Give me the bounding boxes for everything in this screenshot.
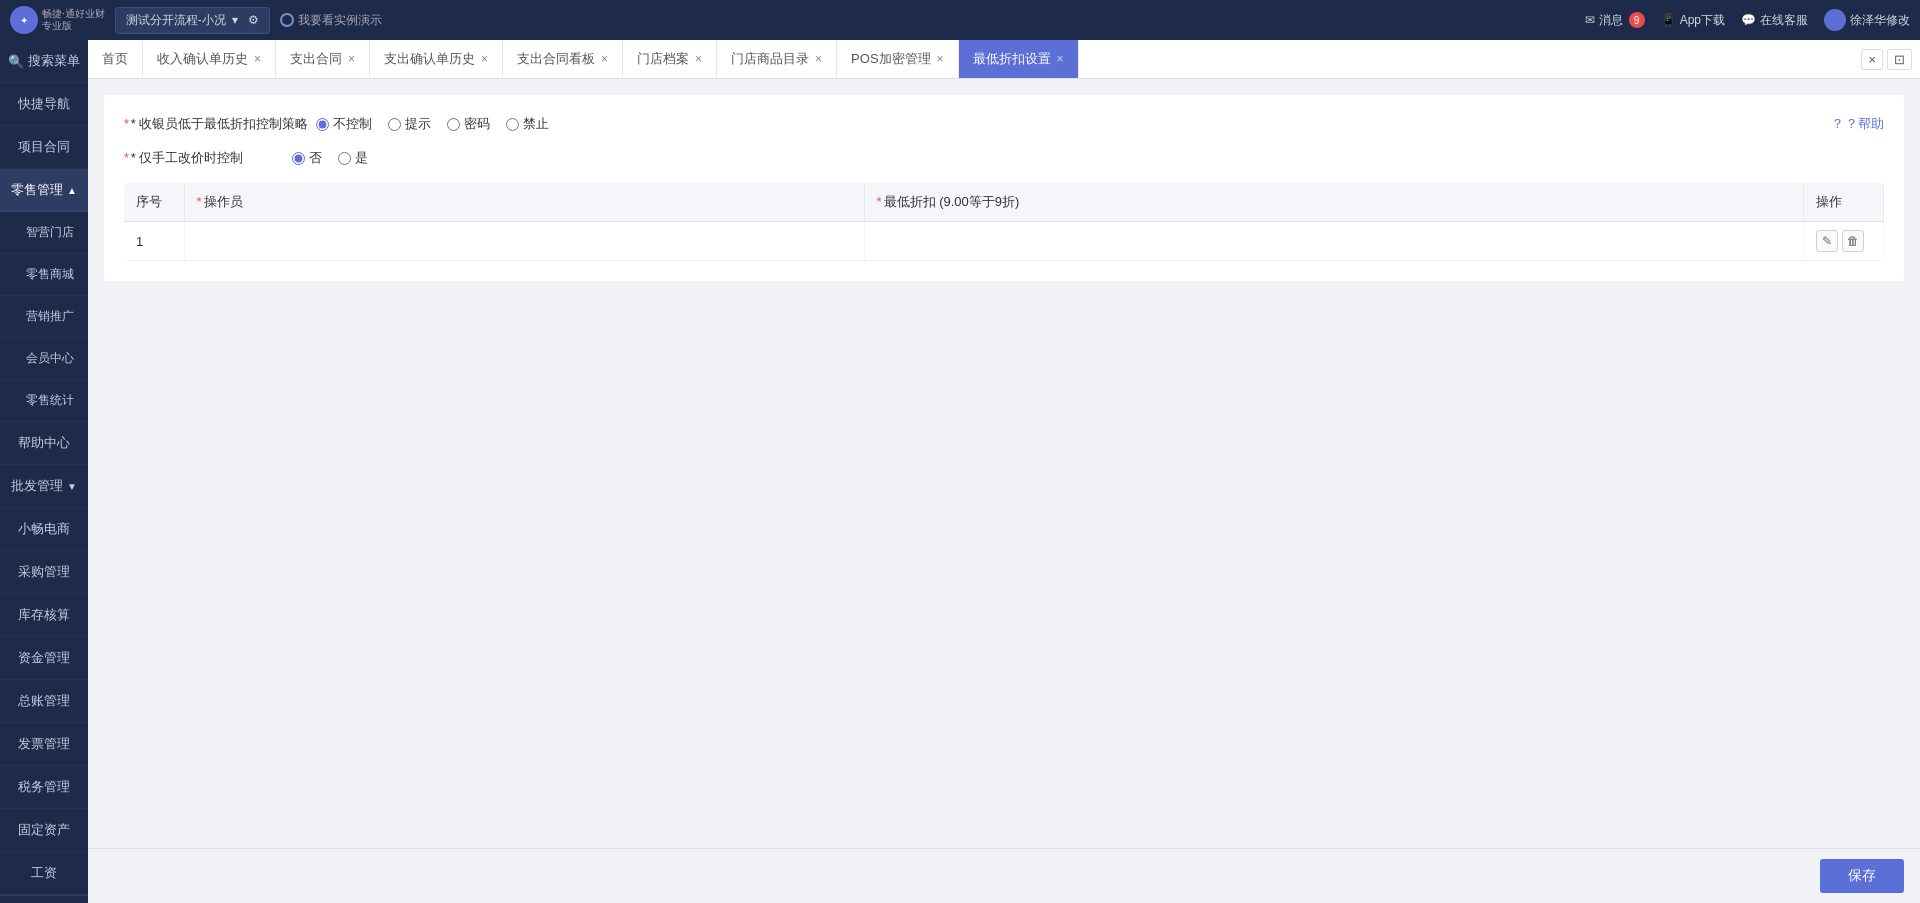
- sidebar: 🔍 搜索菜单 快捷导航 项目合同 零售管理 ▲ 智营门店 零售商城 营销推广 会…: [0, 40, 88, 903]
- project-selector[interactable]: 测试分开流程-小况 ▾ ⚙: [115, 7, 270, 34]
- tab-close-all-btn[interactable]: ×: [1861, 49, 1883, 70]
- user-avatar: [1824, 9, 1846, 31]
- sidebar-item-member-center[interactable]: 会员中心: [0, 338, 88, 380]
- top-bar: ✦ 畅捷·通好业财 专业版 测试分开流程-小况 ▾ ⚙ 我要看实例演示 ✉ 消息…: [0, 0, 1920, 40]
- cell-actions: ✎ 🗑: [1804, 222, 1884, 261]
- sidebar-item-help-center[interactable]: 帮助中心: [0, 422, 88, 465]
- tab-close-store-archive[interactable]: ×: [695, 53, 702, 65]
- edit-row-btn[interactable]: ✎: [1816, 230, 1838, 252]
- question-icon: ？: [1831, 115, 1844, 133]
- save-button[interactable]: 保存: [1820, 859, 1904, 893]
- tab-pay-contract[interactable]: 支出合同 ×: [276, 40, 370, 78]
- settings-icon[interactable]: ⚙: [248, 13, 259, 27]
- tab-close-pay-confirm-history[interactable]: ×: [481, 53, 488, 65]
- message-btn[interactable]: ✉ 消息 9: [1585, 12, 1645, 29]
- message-icon: ✉: [1585, 13, 1595, 27]
- sidebar-item-batch-mgmt[interactable]: 批发管理 ▼: [0, 465, 88, 508]
- col-header-actions: 操作: [1804, 183, 1884, 222]
- sidebar-item-retail-stats[interactable]: 零售统计: [0, 380, 88, 422]
- policy-option-no-control[interactable]: 不控制: [316, 115, 372, 133]
- policy-option-tip[interactable]: 提示: [388, 115, 431, 133]
- policy-row: * * 收银员低于最低折扣控制策略 不控制 提示: [124, 115, 1884, 133]
- help-link[interactable]: ？ ？帮助: [1831, 115, 1884, 133]
- tab-store-product-catalog[interactable]: 门店商品目录 ×: [717, 40, 837, 78]
- demo-link[interactable]: 我要看实例演示: [280, 12, 382, 29]
- tab-store-archive[interactable]: 门店档案 ×: [623, 40, 717, 78]
- sidebar-item-fund-mgmt[interactable]: 资金管理: [0, 637, 88, 680]
- tab-home[interactable]: 首页: [88, 40, 143, 78]
- manual-radio-group: 否 是: [292, 149, 368, 167]
- sidebar-item-fixed-assets[interactable]: 固定资产: [0, 809, 88, 852]
- dropdown-icon: ▾: [232, 13, 238, 27]
- sidebar-item-quicknav[interactable]: 快捷导航: [0, 83, 88, 126]
- sidebar-item-ledger-mgmt[interactable]: 总账管理: [0, 680, 88, 723]
- logo-text: 畅捷·通好业财 专业版: [42, 8, 105, 32]
- arrow-down-icon: ▼: [67, 481, 77, 492]
- row-action-btns: ✎ 🗑: [1816, 230, 1871, 252]
- arrow-up-icon: ▲: [67, 185, 77, 196]
- sidebar-item-retail-mall[interactable]: 零售商城: [0, 254, 88, 296]
- sidebar-item-invoice-mgmt[interactable]: 发票管理: [0, 723, 88, 766]
- discount-table-wrap: 序号 *操作员 *最低折扣 (9.00等于9折) 操作: [124, 183, 1884, 261]
- col-header-min-discount: *最低折扣 (9.00等于9折): [864, 183, 1804, 222]
- sidebar-settings-btn[interactable]: ⚙: [0, 895, 88, 903]
- sidebar-item-ecommerce[interactable]: 小畅电商: [0, 508, 88, 551]
- sidebar-item-inventory[interactable]: 库存核算: [0, 594, 88, 637]
- message-badge: 9: [1629, 12, 1645, 28]
- col-header-seq: 序号: [124, 183, 184, 222]
- manual-option-no[interactable]: 否: [292, 149, 322, 167]
- sidebar-item-retail-mgmt[interactable]: 零售管理 ▲: [0, 169, 88, 212]
- tab-income-history[interactable]: 收入确认单历史 ×: [143, 40, 276, 78]
- sidebar-item-marketing[interactable]: 营销推广: [0, 296, 88, 338]
- cell-seq: 1: [124, 222, 184, 261]
- tab-pos-lock[interactable]: POS加密管理 ×: [837, 40, 958, 78]
- tab-pay-confirm-history[interactable]: 支出确认单历史 ×: [370, 40, 503, 78]
- search-icon: 🔍: [8, 54, 24, 69]
- discount-table: 序号 *操作员 *最低折扣 (9.00等于9折) 操作: [124, 183, 1884, 261]
- manual-control-row: * * 仅手工改价时控制 否 是: [124, 149, 1884, 167]
- service-icon: 💬: [1741, 13, 1756, 27]
- col-header-operator: *操作员: [184, 183, 864, 222]
- tab-close-income-history[interactable]: ×: [254, 53, 261, 65]
- policy-option-forbid[interactable]: 禁止: [506, 115, 549, 133]
- manual-option-yes[interactable]: 是: [338, 149, 368, 167]
- logo-icon: ✦: [10, 6, 38, 34]
- tab-close-pos-lock[interactable]: ×: [937, 53, 944, 65]
- user-menu-btn[interactable]: 徐泽华修改: [1824, 9, 1910, 31]
- tab-close-store-product-catalog[interactable]: ×: [815, 53, 822, 65]
- delete-row-btn[interactable]: 🗑: [1842, 230, 1864, 252]
- app-icon: 📱: [1661, 13, 1676, 27]
- sidebar-item-search[interactable]: 🔍 搜索菜单: [0, 40, 88, 83]
- tab-close-pay-contract-board[interactable]: ×: [601, 53, 608, 65]
- manual-label: * * 仅手工改价时控制: [124, 149, 284, 167]
- tab-pay-contract-board[interactable]: 支出合同看板 ×: [503, 40, 623, 78]
- tab-close-min-discount[interactable]: ×: [1057, 53, 1064, 65]
- online-service-btn[interactable]: 💬 在线客服: [1741, 12, 1808, 29]
- table-row: 1 ✎ 🗑: [124, 222, 1884, 261]
- policy-label: * * 收银员低于最低折扣控制策略: [124, 115, 308, 133]
- policy-radio-group: 不控制 提示 密码 禁止: [316, 115, 549, 133]
- cell-min-discount: [864, 222, 1804, 261]
- tab-close-pay-contract[interactable]: ×: [348, 53, 355, 65]
- top-bar-right: ✉ 消息 9 📱 App下载 💬 在线客服 徐泽华修改: [1585, 9, 1910, 31]
- sidebar-item-salary[interactable]: 工资: [0, 852, 88, 895]
- tab-expand-btn[interactable]: ⊡: [1887, 49, 1912, 70]
- app-download-btn[interactable]: 📱 App下载: [1661, 12, 1725, 29]
- policy-option-password[interactable]: 密码: [447, 115, 490, 133]
- sidebar-item-smart-store[interactable]: 智营门店: [0, 212, 88, 254]
- sidebar-item-project-contract[interactable]: 项目合同: [0, 126, 88, 169]
- content-area: 首页 收入确认单历史 × 支出合同 × 支出确认单历史 × 支出合同看板 × 门…: [88, 40, 1920, 903]
- bottom-bar: 保存: [88, 848, 1920, 903]
- sidebar-item-purchase-mgmt[interactable]: 采购管理: [0, 551, 88, 594]
- cell-operator: [184, 222, 864, 261]
- demo-circle-icon: [280, 13, 294, 27]
- settings-form-card: * * 收银员低于最低折扣控制策略 不控制 提示: [104, 95, 1904, 281]
- page-content: * * 收银员低于最低折扣控制策略 不控制 提示: [88, 79, 1920, 848]
- tab-min-discount[interactable]: 最低折扣设置 ×: [959, 40, 1079, 78]
- main-layout: 🔍 搜索菜单 快捷导航 项目合同 零售管理 ▲ 智营门店 零售商城 营销推广 会…: [0, 40, 1920, 903]
- tab-bar-actions: × ⊡: [1853, 49, 1920, 70]
- sidebar-item-tax-mgmt[interactable]: 税务管理: [0, 766, 88, 809]
- logo: ✦ 畅捷·通好业财 专业版: [10, 6, 105, 34]
- tab-bar: 首页 收入确认单历史 × 支出合同 × 支出确认单历史 × 支出合同看板 × 门…: [88, 40, 1920, 79]
